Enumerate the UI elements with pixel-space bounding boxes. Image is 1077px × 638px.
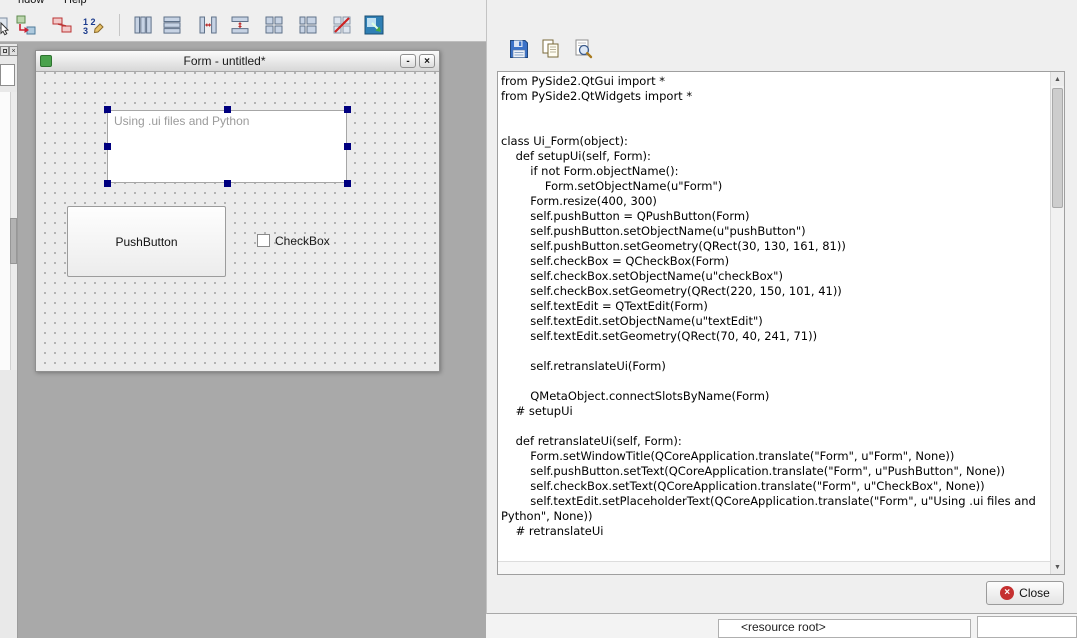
- layout-form-icon[interactable]: [295, 12, 321, 38]
- form-editor-window: Form - untitled* - × Using .ui files and…: [35, 50, 440, 372]
- selection-handle[interactable]: [104, 106, 111, 113]
- textedit-widget[interactable]: Using .ui files and Python: [107, 110, 347, 183]
- form-window-title: Form - untitled*: [52, 54, 397, 68]
- checkbox-box[interactable]: [257, 234, 270, 247]
- selection-handle[interactable]: [344, 180, 351, 187]
- layout-vertical-icon[interactable]: [159, 12, 185, 38]
- selection-handle[interactable]: [344, 106, 351, 113]
- selection-handle[interactable]: [344, 143, 351, 150]
- edit-signals-slots-icon[interactable]: [13, 12, 39, 38]
- dock-close-button[interactable]: ×: [9, 46, 18, 56]
- widget-filter-input[interactable]: [0, 64, 15, 86]
- selection-handle[interactable]: [104, 143, 111, 150]
- close-button[interactable]: × Close: [986, 581, 1064, 605]
- edit-buddies-icon[interactable]: [49, 12, 75, 38]
- main-toolbar: ndow Help 1 23: [0, 0, 486, 42]
- form-close-button[interactable]: ×: [419, 54, 435, 68]
- code-text[interactable]: from PySide2.QtGui import * from PySide2…: [501, 74, 1050, 560]
- code-preview-dialog: from PySide2.QtGui import * from PySide2…: [486, 0, 1077, 614]
- copy-icon[interactable]: [537, 35, 564, 62]
- checkbox-widget[interactable]: CheckBox: [257, 233, 330, 248]
- close-button-label: Close: [1019, 586, 1050, 600]
- break-layout-icon[interactable]: [329, 12, 355, 38]
- dock-scrollbar-thumb[interactable]: [10, 218, 17, 264]
- menubar: ndow Help: [0, 0, 486, 7]
- mdi-area: ndow Help 1 23: [0, 0, 486, 638]
- layout-vertical-splitter-icon[interactable]: [227, 12, 253, 38]
- scroll-up-icon[interactable]: ▲: [1051, 72, 1064, 86]
- toolbar-separator: [119, 14, 120, 36]
- selection-handle[interactable]: [224, 106, 231, 113]
- svg-text:3: 3: [83, 26, 88, 36]
- menu-window[interactable]: ndow: [18, 0, 44, 6]
- scrollbar-thumb[interactable]: [1052, 88, 1063, 208]
- form-minimize-button[interactable]: -: [400, 54, 416, 68]
- selection-handle[interactable]: [224, 180, 231, 187]
- dock-float-button[interactable]: [0, 46, 9, 56]
- layout-grid-icon[interactable]: [261, 12, 287, 38]
- find-icon[interactable]: [569, 35, 596, 62]
- selection-handle[interactable]: [104, 180, 111, 187]
- layout-horizontal-icon[interactable]: [130, 12, 156, 38]
- pushbutton-widget[interactable]: PushButton: [67, 206, 226, 277]
- close-icon: ×: [1000, 586, 1014, 600]
- scroll-down-icon[interactable]: ▼: [1051, 560, 1064, 574]
- vertical-scrollbar[interactable]: ▲ ▼: [1050, 72, 1064, 574]
- layout-horizontal-splitter-icon[interactable]: [195, 12, 221, 38]
- resource-side-panel: [977, 616, 1077, 638]
- widget-box-dock-fragment: ×: [0, 44, 18, 638]
- edit-tab-order-icon[interactable]: 1 23: [81, 12, 107, 38]
- float-icon: [3, 49, 7, 53]
- form-window-icon: [40, 55, 52, 67]
- horizontal-scrollbar[interactable]: [498, 561, 1050, 574]
- adjust-size-icon[interactable]: [361, 12, 387, 38]
- code-view[interactable]: from PySide2.QtGui import * from PySide2…: [497, 71, 1065, 575]
- resource-root-item[interactable]: <resource root>: [741, 620, 826, 634]
- menu-help[interactable]: Help: [64, 0, 87, 6]
- resource-browser[interactable]: <resource root>: [718, 619, 971, 638]
- form-canvas[interactable]: Using .ui files and Python PushButton Ch…: [36, 72, 439, 371]
- form-window-titlebar[interactable]: Form - untitled* - ×: [36, 51, 439, 72]
- save-icon[interactable]: [505, 35, 532, 62]
- checkbox-label: CheckBox: [275, 234, 330, 248]
